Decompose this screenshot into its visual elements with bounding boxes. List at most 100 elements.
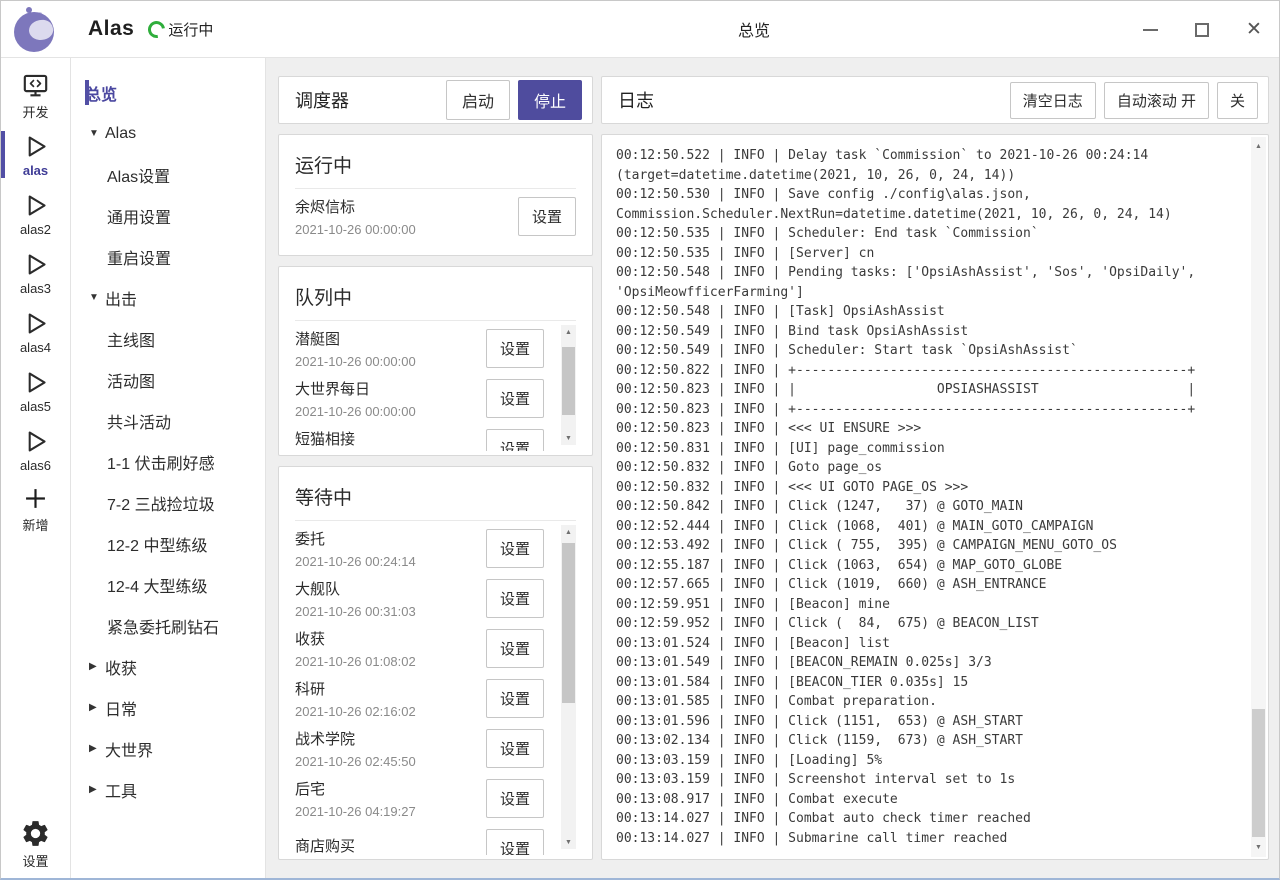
scrollbar-thumb[interactable] xyxy=(562,543,575,703)
nav-item[interactable]: 12-2 中型练级 xyxy=(71,523,265,564)
waiting-list: 委托 2021-10-26 00:24:14 设置 大舰队 2021-10-26… xyxy=(295,523,592,855)
nav-item-label: 1-1 伏击刷好感 xyxy=(107,450,215,474)
rail-item[interactable]: 开发 xyxy=(1,66,70,125)
task-next-run-time: 2021-10-26 02:45:50 xyxy=(295,754,486,769)
nav-item[interactable]: 重启设置 xyxy=(71,236,265,277)
nav-item[interactable]: 活动图 xyxy=(71,359,265,400)
start-button[interactable]: 启动 xyxy=(446,80,510,120)
task-row: 余烬信标 2021-10-26 00:00:00 设置 xyxy=(295,191,576,241)
log-line: 00:12:57.665 | INFO | Click (1019, 660) … xyxy=(616,575,1238,595)
task-row: 后宅 2021-10-26 04:19:27 设置 xyxy=(295,773,556,823)
close-button[interactable]: ✕ xyxy=(1241,17,1267,43)
rail-item-label: alas6 xyxy=(20,458,51,473)
task-name: 科研 xyxy=(295,678,486,699)
pending-scrollbar[interactable]: ▲ ▼ xyxy=(561,325,576,445)
rail-item-settings[interactable]: 设置 xyxy=(1,812,70,874)
rail-item[interactable]: alas2 xyxy=(1,184,70,243)
log-off-button[interactable]: 关 xyxy=(1217,82,1258,119)
plus-icon xyxy=(21,484,50,514)
nav-item[interactable]: ▼ Alas xyxy=(71,113,265,154)
scroll-up-icon[interactable]: ▲ xyxy=(1251,139,1266,154)
log-text: 00:12:50.522 | INFO | Delay task `Commis… xyxy=(616,146,1238,848)
task-name: 收获 xyxy=(295,628,486,649)
pending-title: 队列中 xyxy=(295,279,592,310)
scroll-down-icon[interactable]: ▼ xyxy=(561,835,576,849)
task-settings-button[interactable]: 设置 xyxy=(486,679,544,718)
scrollbar-thumb[interactable] xyxy=(1252,709,1265,837)
nav-item[interactable]: 紧急委托刷钻石 xyxy=(71,605,265,646)
maximize-button[interactable] xyxy=(1189,17,1215,43)
task-name: 潜艇图 xyxy=(295,328,486,349)
task-next-run-time: 2021-10-26 00:24:14 xyxy=(295,554,486,569)
rail-item[interactable]: alas6 xyxy=(1,420,70,479)
task-settings-button[interactable]: 设置 xyxy=(486,829,544,856)
nav-item-label: 紧急委托刷钻石 xyxy=(107,614,219,638)
task-settings-button[interactable]: 设置 xyxy=(486,529,544,568)
log-line: 00:12:59.952 | INFO | Click ( 84, 675) @… xyxy=(616,614,1238,634)
task-next-run-time: 2021-10-26 02:16:02 xyxy=(295,704,486,719)
log-line: 00:13:01.549 | INFO | [BEACON_REMAIN 0.0… xyxy=(616,653,1238,673)
waiting-scrollbar[interactable]: ▲ ▼ xyxy=(561,525,576,849)
rail-item-label: alas4 xyxy=(20,340,51,355)
task-settings-button[interactable]: 设置 xyxy=(518,197,576,236)
close-icon: ✕ xyxy=(1246,20,1262,39)
task-settings-button[interactable]: 设置 xyxy=(486,429,544,452)
window-title: 总览 xyxy=(738,17,770,41)
scroll-up-icon[interactable]: ▲ xyxy=(561,525,576,539)
scroll-up-icon[interactable]: ▲ xyxy=(561,325,576,339)
task-settings-button[interactable]: 设置 xyxy=(486,779,544,818)
rail-item[interactable]: alas3 xyxy=(1,243,70,302)
scroll-down-icon[interactable]: ▼ xyxy=(561,431,576,445)
nav-item[interactable]: 共斗活动 xyxy=(71,400,265,441)
nav-item-label: 日常 xyxy=(105,696,137,720)
content-area: 开发 alas alas2 alas3 xyxy=(1,58,1279,878)
stop-button[interactable]: 停止 xyxy=(518,80,582,120)
log-scrollbar[interactable]: ▲ ▼ xyxy=(1251,137,1266,857)
rail-item[interactable]: alas xyxy=(1,125,70,184)
rail-item[interactable]: alas4 xyxy=(1,302,70,361)
nav-item-label: 12-4 大型练级 xyxy=(107,573,207,597)
scheduler-header-card: 调度器 启动 停止 xyxy=(278,76,593,124)
nav-item[interactable]: Alas设置 xyxy=(71,154,265,195)
minimize-button[interactable] xyxy=(1137,17,1163,43)
task-name: 大世界每日 xyxy=(295,378,486,399)
nav-item[interactable]: 通用设置 xyxy=(71,195,265,236)
task-name: 大舰队 xyxy=(295,578,486,599)
chevron-icon: ▶ xyxy=(89,743,105,754)
log-line: 00:12:50.549 | INFO | Bind task OpsiAshA… xyxy=(616,322,1238,342)
log-line: 00:12:50.842 | INFO | Click (1247, 37) @… xyxy=(616,497,1238,517)
autoscroll-toggle-button[interactable]: 自动滚动 开 xyxy=(1104,82,1209,119)
log-line: 00:12:50.549 | INFO | Scheduler: Start t… xyxy=(616,341,1238,361)
nav-item[interactable]: 主线图 xyxy=(71,318,265,359)
task-row: 科研 2021-10-26 02:16:02 设置 xyxy=(295,673,556,723)
log-header-card: 日志 清空日志 自动滚动 开 关 xyxy=(601,76,1269,124)
log-view[interactable]: 00:12:50.522 | INFO | Delay task `Commis… xyxy=(601,134,1269,860)
nav-item[interactable]: 总览 xyxy=(71,72,265,113)
nav-item[interactable]: 1-1 伏击刷好感 xyxy=(71,441,265,482)
log-line: 00:12:50.535 | INFO | [Server] cn xyxy=(616,244,1238,264)
scrollbar-thumb[interactable] xyxy=(562,347,575,415)
nav-item[interactable]: ▶ 日常 xyxy=(71,687,265,728)
task-settings-button[interactable]: 设置 xyxy=(486,579,544,618)
task-settings-button[interactable]: 设置 xyxy=(486,379,544,418)
task-settings-button[interactable]: 设置 xyxy=(486,329,544,368)
log-line: 00:12:50.832 | INFO | <<< UI GOTO PAGE_O… xyxy=(616,478,1238,498)
nav-item[interactable]: ▶ 工具 xyxy=(71,769,265,810)
running-title: 运行中 xyxy=(295,147,592,178)
log-line: 00:13:08.917 | INFO | Combat execute xyxy=(616,790,1238,810)
nav-item[interactable]: 7-2 三战捡垃圾 xyxy=(71,482,265,523)
task-settings-button[interactable]: 设置 xyxy=(486,629,544,668)
nav-item[interactable]: ▶ 收获 xyxy=(71,646,265,687)
clear-log-button[interactable]: 清空日志 xyxy=(1010,82,1096,119)
nav-item[interactable]: ▶ 大世界 xyxy=(71,728,265,769)
waiting-title: 等待中 xyxy=(295,479,592,510)
rail-item[interactable]: 新增 xyxy=(1,479,70,538)
minimize-icon xyxy=(1143,29,1158,31)
nav-item-label: 重启设置 xyxy=(107,245,171,269)
scroll-down-icon[interactable]: ▼ xyxy=(1251,840,1266,855)
task-settings-button[interactable]: 设置 xyxy=(486,729,544,768)
nav-item[interactable]: ▼ 出击 xyxy=(71,277,265,318)
rail-item[interactable]: alas5 xyxy=(1,361,70,420)
running-card: 运行中 余烬信标 2021-10-26 00:00:00 设置 xyxy=(278,134,593,256)
nav-item[interactable]: 12-4 大型练级 xyxy=(71,564,265,605)
